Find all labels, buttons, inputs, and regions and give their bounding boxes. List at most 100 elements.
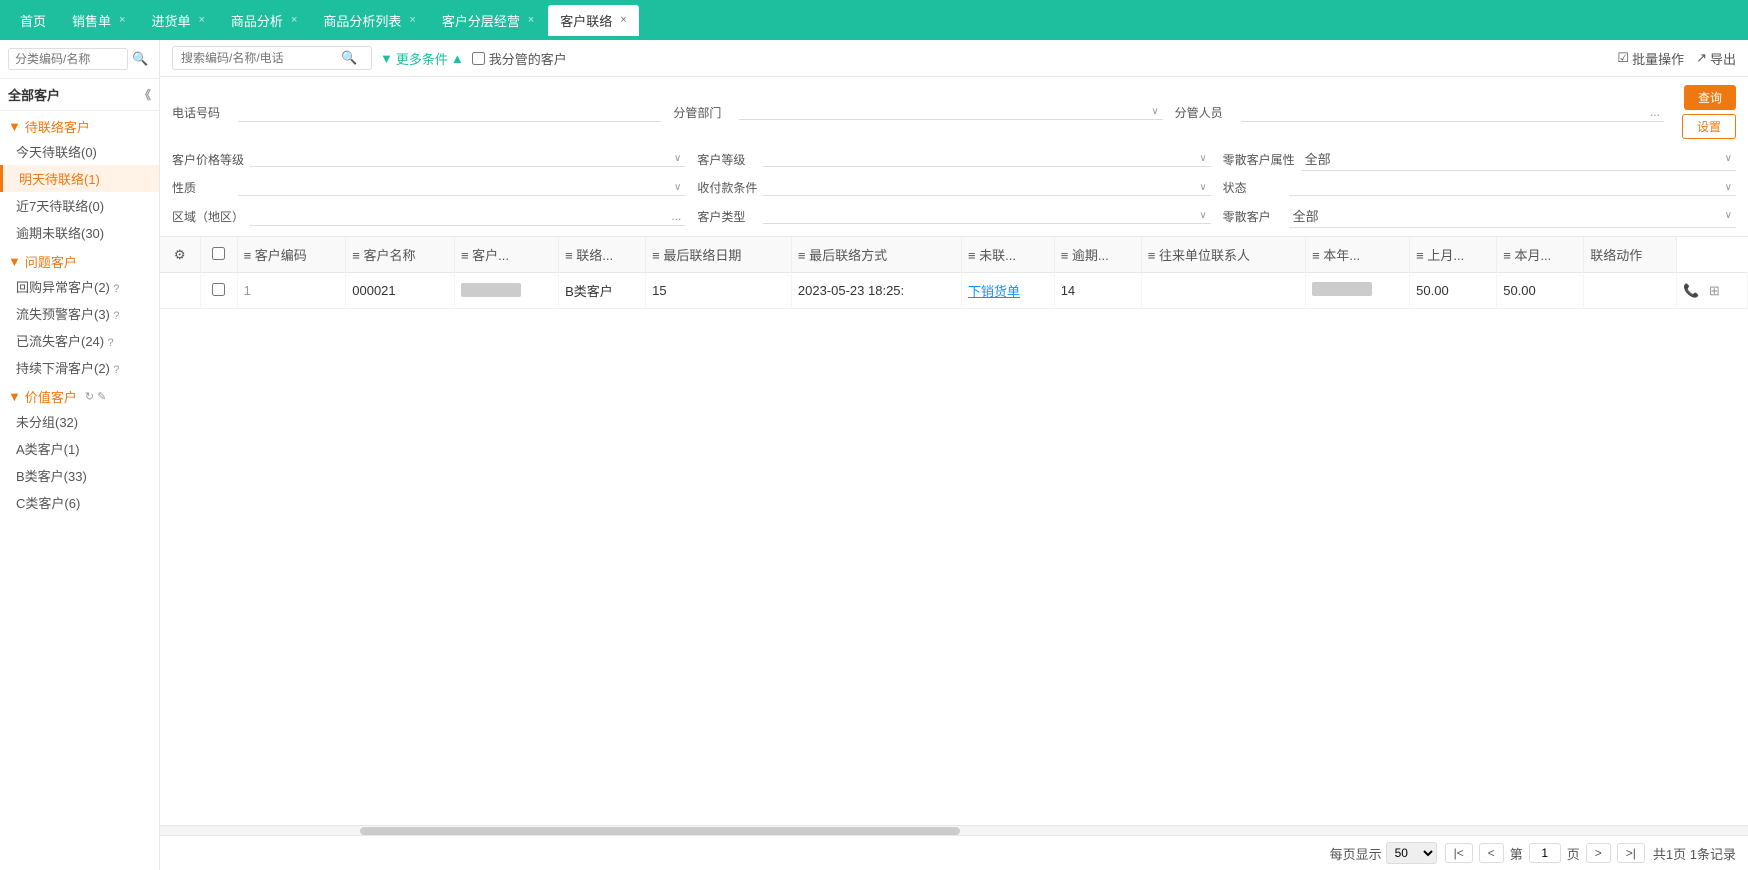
search-icon[interactable]: 🔍	[341, 50, 357, 66]
last-page-button[interactable]: >|	[1617, 843, 1645, 863]
next-page-button[interactable]: >	[1586, 843, 1611, 863]
col-code[interactable]: ≡ 客户编码	[237, 237, 346, 273]
phone-input[interactable]	[238, 103, 661, 122]
dept-select[interactable]: ∨	[739, 104, 1162, 120]
filter-status-field: 状态 ∨	[1223, 179, 1736, 196]
row-overdue	[1141, 273, 1305, 309]
filter-price-level-field: 客户价格等级 ∨	[172, 151, 685, 168]
sidebar-search-input[interactable]	[8, 48, 128, 70]
customer-type-select[interactable]: ∨	[763, 208, 1210, 224]
scrollbar-thumb[interactable]	[360, 827, 960, 835]
sidebar-item-declining[interactable]: 持续下滑客户(2) ?	[0, 354, 159, 381]
manager-input[interactable]: ...	[1241, 103, 1664, 122]
col-overdue[interactable]: ≡ 逾期...	[1054, 237, 1141, 273]
search-icon[interactable]: 🔍	[132, 51, 148, 67]
col-checkbox	[200, 237, 237, 273]
table-row: 1 000021 Ea B类客户 15 2023-05-23 18:25: 下销…	[160, 273, 1748, 309]
sidebar-item-7days-pending[interactable]: 近7天待联络(0)	[0, 192, 159, 219]
sidebar-group-pending[interactable]: ▼ 待联络客户	[0, 111, 159, 138]
filter-nature-field: 性质 ∨	[172, 179, 685, 196]
data-table-area: ⚙ ≡ 客户编码 ≡ 客户名称 ≡ 客户... ≡ 联络... ≡ 最后联络日期…	[160, 237, 1748, 825]
table-header-row: ⚙ ≡ 客户编码 ≡ 客户名称 ≡ 客户... ≡ 联络... ≡ 最后联络日期…	[160, 237, 1748, 273]
query-button[interactable]: 查询	[1684, 85, 1736, 110]
sidebar-item-churn-warning[interactable]: 流失预警客户(3) ?	[0, 300, 159, 327]
row-last-month: 50.00	[1497, 273, 1584, 309]
row-index: 1	[237, 273, 346, 309]
row-last-contact-method: 下销货单	[961, 273, 1054, 309]
col-unit-contact[interactable]: ≡ 往来单位联系人	[1141, 237, 1305, 273]
horizontal-scrollbar[interactable]	[160, 825, 1748, 835]
prev-page-button[interactable]: <	[1479, 843, 1504, 863]
grid-icon[interactable]: ⊞	[1709, 283, 1720, 298]
row-select-checkbox[interactable]	[212, 283, 225, 296]
close-icon[interactable]: ×	[291, 14, 297, 26]
more-conditions-button[interactable]: ▼ 更多条件 ▲	[380, 49, 464, 68]
row-this-year: 50.00	[1410, 273, 1497, 309]
search-input[interactable]	[181, 51, 341, 65]
payment-select[interactable]: ∨	[763, 180, 1210, 196]
batch-operation-button[interactable]: ☑ 批量操作	[1617, 49, 1684, 68]
sidebar-group-value[interactable]: ▼ 价值客户 ↻ ✎	[0, 381, 159, 408]
nav-item-sales[interactable]: 销售单 ×	[60, 5, 137, 36]
filter-dept-field: 分管部门 ∨	[673, 104, 1162, 121]
retail-customer-select[interactable]: 全部 ∨	[1289, 204, 1736, 228]
close-icon[interactable]: ×	[620, 14, 626, 26]
filter-row-1: 电话号码 分管部门 ∨ 分管人员 ... 查询	[172, 85, 1736, 139]
col-last-contact-date[interactable]: ≡ 最后联络日期	[646, 237, 792, 273]
set-button[interactable]: 设置	[1682, 114, 1736, 139]
first-page-button[interactable]: |<	[1445, 843, 1473, 863]
export-button[interactable]: ↗ 导出	[1696, 49, 1736, 68]
my-customers-check[interactable]	[472, 52, 485, 65]
sidebar-search-area: 🔍	[0, 40, 159, 79]
region-input[interactable]: ...	[250, 207, 685, 226]
sidebar-group-problem[interactable]: ▼ 问题客户	[0, 246, 159, 273]
chevron-down-icon: ∨	[1725, 153, 1732, 164]
sidebar-all-customers[interactable]: 全部客户 《	[0, 79, 159, 111]
sidebar-item-ungrouped[interactable]: 未分组(32)	[0, 408, 159, 435]
sidebar-item-today-pending[interactable]: 今天待联络(0)	[0, 138, 159, 165]
col-not-contacted[interactable]: ≡ 未联...	[961, 237, 1054, 273]
col-contact[interactable]: ≡ 联络...	[559, 237, 646, 273]
close-icon[interactable]: ×	[119, 14, 125, 26]
all-customers-label: 全部客户	[8, 85, 60, 104]
col-last-month[interactable]: ≡ 上月...	[1410, 237, 1497, 273]
row-contact-count: 15	[646, 273, 792, 309]
col-this-year[interactable]: ≡ 本年...	[1306, 237, 1410, 273]
phone-icon[interactable]: 📞	[1683, 283, 1699, 298]
nav-item-product-analysis[interactable]: 商品分析 ×	[219, 5, 309, 36]
col-last-contact-method[interactable]: ≡ 最后联络方式	[791, 237, 961, 273]
col-customer-type[interactable]: ≡ 客户...	[454, 237, 558, 273]
page-number-input[interactable]	[1529, 843, 1561, 863]
sidebar-item-tomorrow-pending[interactable]: 明天待联络(1)	[0, 165, 159, 192]
status-select[interactable]: ∨	[1289, 180, 1736, 196]
nav-item-purchase[interactable]: 进货单 ×	[139, 5, 216, 36]
close-icon[interactable]: ×	[409, 14, 415, 26]
col-name[interactable]: ≡ 客户名称	[346, 237, 455, 273]
nav-item-customer-contact[interactable]: 客户联络 ×	[548, 5, 638, 36]
sidebar-item-a-class[interactable]: A类客户(1)	[0, 435, 159, 462]
chevron-down-icon: ∨	[1725, 182, 1732, 193]
nav-item-home[interactable]: 首页	[8, 5, 58, 36]
retail-attr-select[interactable]: 全部 ∨	[1301, 147, 1736, 171]
nav-item-product-analysis-list[interactable]: 商品分析列表 ×	[311, 5, 427, 36]
arrow-icon: ▼	[8, 119, 21, 134]
price-level-select[interactable]: ∨	[250, 151, 685, 167]
col-gear[interactable]: ⚙	[160, 237, 200, 273]
my-customers-checkbox: 我分管的客户	[472, 49, 567, 68]
per-page-select[interactable]: 50 100 200	[1386, 842, 1437, 864]
sidebar-item-repurchase-anomaly[interactable]: 回购异常客户(2) ?	[0, 273, 159, 300]
close-icon[interactable]: ×	[198, 14, 204, 26]
select-all-checkbox[interactable]	[212, 247, 225, 260]
nature-select[interactable]: ∨	[238, 180, 685, 196]
sidebar-item-c-class[interactable]: C类客户(6)	[0, 489, 159, 516]
sidebar-item-overdue-pending[interactable]: 逾期未联络(30)	[0, 219, 159, 246]
row-not-contacted: 14	[1054, 273, 1141, 309]
sidebar-item-b-class[interactable]: B类客户(33)	[0, 462, 159, 489]
col-this-month[interactable]: ≡ 本月...	[1497, 237, 1584, 273]
close-icon[interactable]: ×	[528, 14, 534, 26]
row-last-contact-date: 2023-05-23 18:25:	[791, 273, 961, 309]
nav-item-customer-tier[interactable]: 客户分层经营 ×	[430, 5, 546, 36]
customer-level-select[interactable]: ∨	[763, 151, 1210, 167]
sidebar-item-churned[interactable]: 已流失客户(24) ?	[0, 327, 159, 354]
row-name: Ea	[454, 273, 558, 309]
